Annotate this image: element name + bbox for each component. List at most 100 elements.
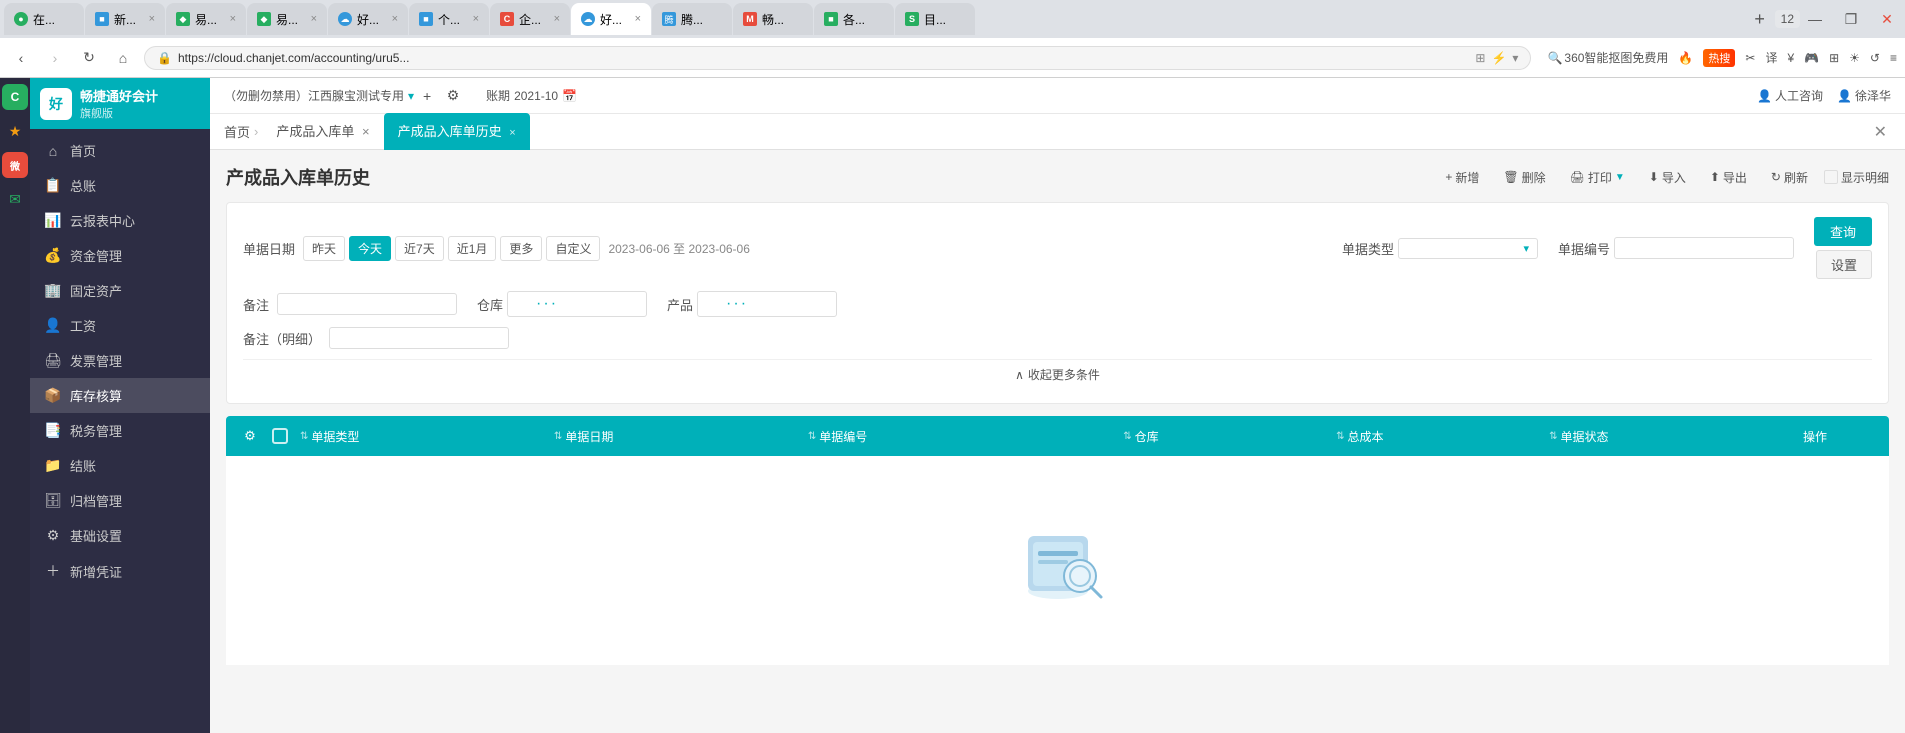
sidebar-item-ledger[interactable]: 📋 总账 — [30, 168, 210, 203]
sidebar-item-invoice[interactable]: 🖨 发票管理 — [30, 343, 210, 378]
display-toggle[interactable]: 显示明细 — [1824, 169, 1889, 186]
scissors-tool[interactable]: ✂ — [1745, 51, 1755, 65]
sidebar-item-basic[interactable]: ⚙ 基础设置 — [30, 518, 210, 553]
url-bar[interactable]: 🔒 https://cloud.chanjet.com/accounting/u… — [144, 46, 1531, 70]
account-selector[interactable]: （勿删勿禁用）江西腺宝测试专用 ▾ — [224, 87, 414, 104]
table-select-all-checkbox[interactable] — [272, 428, 288, 444]
sidebar-item-newbill[interactable]: ＋ 新增凭证 — [30, 553, 210, 589]
display-checkbox[interactable] — [1824, 170, 1838, 184]
query-button[interactable]: 查询 — [1814, 217, 1872, 246]
translate-tool[interactable]: 译 — [1765, 49, 1777, 66]
warehouse-select[interactable]: ··· — [507, 291, 647, 317]
icon-sidebar-star[interactable]: ★ — [2, 118, 28, 144]
settings-icon[interactable]: ⚙ — [440, 83, 466, 109]
yuan-tool[interactable]: ¥ — [1787, 51, 1794, 65]
date-btn-1month[interactable]: 近1月 — [448, 236, 497, 261]
date-btn-more[interactable]: 更多 — [500, 236, 542, 261]
col-total-cost[interactable]: ⇅ 总成本 — [1332, 428, 1545, 445]
content-tab-list-close[interactable]: × — [362, 124, 370, 139]
date-btn-today[interactable]: 今天 — [349, 236, 391, 261]
back-button[interactable]: ‹ — [8, 45, 34, 71]
icon-sidebar-logo[interactable]: C — [2, 84, 28, 110]
sidebar-item-inventory[interactable]: 📦 库存核算 — [30, 378, 210, 413]
date-btn-yesterday[interactable]: 昨天 — [303, 236, 345, 261]
col-warehouse[interactable]: ⇅ 仓库 — [1119, 428, 1332, 445]
type-select[interactable]: ▾ — [1398, 238, 1538, 259]
export-button[interactable]: ⬆ 导出 — [1702, 165, 1755, 190]
window-restore-button[interactable]: ❐ — [1837, 5, 1865, 33]
product-select[interactable]: ··· — [697, 291, 837, 317]
col-number[interactable]: ⇅ 单据编号 — [804, 428, 1119, 445]
add-account-button[interactable]: + — [414, 83, 440, 109]
sidebar-item-report[interactable]: 📊 云报表中心 — [30, 203, 210, 238]
panel-close-button[interactable]: ✕ — [1866, 122, 1895, 142]
new-tab-button[interactable]: + — [1746, 5, 1774, 33]
settings-tool[interactable]: ≡ — [1890, 51, 1897, 65]
sidebar-item-archive[interactable]: 🗄 归档管理 — [30, 483, 210, 518]
sidebar-item-tax[interactable]: 📑 税务管理 — [30, 413, 210, 448]
tab-7-close[interactable]: × — [554, 13, 560, 25]
browser-tab-6[interactable]: ■ 个... × — [409, 3, 489, 35]
content-tab-list[interactable]: 产成品入库单 × — [262, 113, 383, 150]
collapse-button[interactable]: ∧ 收起更多条件 — [243, 359, 1872, 389]
human-service-link[interactable]: 👤 人工咨询 — [1757, 87, 1823, 104]
sidebar-item-home[interactable]: ⌂ 首页 — [30, 133, 210, 168]
home-button[interactable]: ⌂ — [110, 45, 136, 71]
content-tab-history-close[interactable]: × — [509, 127, 515, 139]
tab-3-close[interactable]: × — [230, 13, 236, 25]
hot-tag[interactable]: 热搜 — [1703, 49, 1735, 67]
delete-button[interactable]: 🗑 删除 — [1495, 165, 1553, 190]
sidebar-item-checkout[interactable]: 📁 结账 — [30, 448, 210, 483]
browser-tab-4[interactable]: ◆ 易... × — [247, 3, 327, 35]
browser-tab-10[interactable]: M 畅... — [733, 3, 813, 35]
game-tool[interactable]: 🎮 — [1804, 51, 1819, 65]
grid-tool[interactable]: ⊞ — [1829, 51, 1839, 65]
col-date[interactable]: ⇅ 单据日期 — [550, 428, 804, 445]
forward-button[interactable]: › — [42, 45, 68, 71]
browser-tab-7[interactable]: C 企... × — [490, 3, 570, 35]
col-type[interactable]: ⇅ 单据类型 — [296, 428, 550, 445]
period-selector[interactable]: 账期 2021-10 📅 — [486, 87, 577, 104]
browser-tab-5[interactable]: ☁ 好... × — [328, 3, 408, 35]
user-avatar[interactable]: 👤 徐泽华 — [1837, 87, 1891, 104]
search-bar[interactable]: 🔍 360智能抠图免费用 — [1547, 49, 1668, 66]
add-button[interactable]: + 新增 — [1437, 165, 1487, 190]
date-btn-7days[interactable]: 近7天 — [395, 236, 444, 261]
dropdown-icon[interactable]: ▾ — [1512, 51, 1518, 65]
tab-2-close[interactable]: × — [149, 13, 155, 25]
sidebar-item-fixed[interactable]: 🏢 固定资产 — [30, 273, 210, 308]
sidebar-item-payroll[interactable]: 👤 工资 — [30, 308, 210, 343]
content-tab-history[interactable]: 产成品入库单历史 × — [384, 113, 530, 150]
browser-tab-2[interactable]: ■ 新... × — [85, 3, 165, 35]
tab-count-badge[interactable]: 12 — [1775, 10, 1800, 28]
window-close-button[interactable]: ✕ — [1873, 5, 1901, 33]
settings-button[interactable]: 设置 — [1816, 250, 1872, 279]
print-button[interactable]: 🖨 打印 ▼ — [1562, 165, 1633, 190]
tab-6-close[interactable]: × — [473, 13, 479, 25]
sun-tool[interactable]: ☀ — [1849, 51, 1860, 65]
table-settings-icon[interactable]: ⚙ — [236, 422, 264, 450]
browser-tab-8[interactable]: ☁ 好... × — [571, 3, 651, 35]
browser-tab-1[interactable]: ● 在... — [4, 3, 84, 35]
refresh-button[interactable]: ↻ — [76, 45, 102, 71]
window-minimize-button[interactable]: — — [1801, 5, 1829, 33]
icon-sidebar-weibo[interactable]: 微 — [2, 152, 28, 178]
remark-input[interactable] — [277, 293, 457, 315]
browser-tab-11[interactable]: ■ 各... — [814, 3, 894, 35]
tab-5-close[interactable]: × — [392, 13, 398, 25]
tab-8-close[interactable]: × — [635, 13, 641, 25]
breadcrumb-home[interactable]: 首页 — [224, 122, 250, 141]
browser-tab-3[interactable]: ◆ 易... × — [166, 3, 246, 35]
import-button[interactable]: ⬇ 导入 — [1641, 165, 1694, 190]
tab-4-close[interactable]: × — [311, 13, 317, 25]
number-input[interactable] — [1614, 237, 1794, 259]
sidebar-item-fund[interactable]: 💰 资金管理 — [30, 238, 210, 273]
detail-remark-input[interactable] — [329, 327, 509, 349]
refresh-button[interactable]: ↻ 刷新 — [1763, 165, 1816, 190]
reload-tool[interactable]: ↺ — [1870, 51, 1880, 65]
browser-tab-12[interactable]: S 目... — [895, 3, 975, 35]
browser-tab-9[interactable]: 腾 腾... — [652, 3, 732, 35]
icon-sidebar-mail[interactable]: ✉ — [2, 186, 28, 212]
col-status[interactable]: ⇅ 单据状态 — [1545, 428, 1799, 445]
date-btn-custom[interactable]: 自定义 — [546, 236, 600, 261]
